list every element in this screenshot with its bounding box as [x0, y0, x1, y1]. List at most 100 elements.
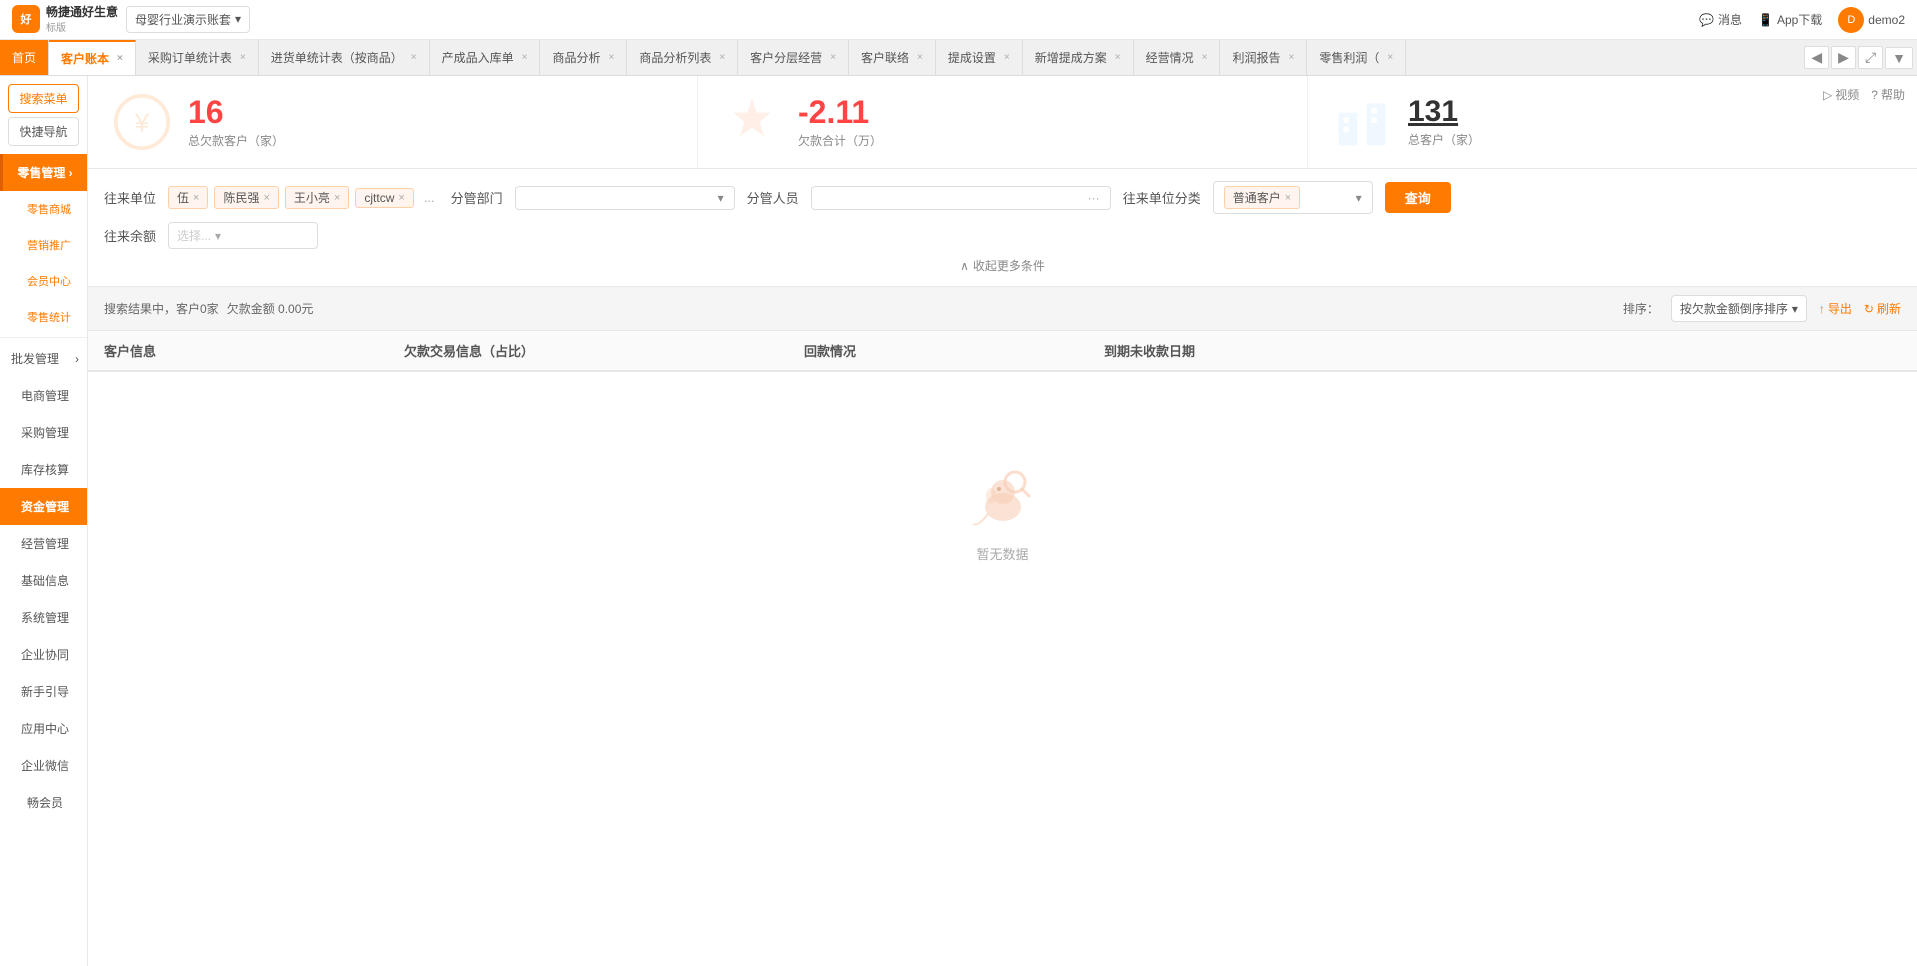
sidebar-item-new-guide[interactable]: 新手引导 [0, 673, 87, 710]
dots-icon[interactable]: ··· [1088, 191, 1100, 205]
close-icon[interactable]: × [1387, 52, 1393, 63]
close-icon[interactable]: × [240, 52, 246, 63]
stat-customers-count: 16 [188, 96, 284, 128]
close-icon[interactable]: × [1004, 52, 1010, 63]
sidebar-item-basic[interactable]: 基础信息 [0, 562, 87, 599]
sidebar-item-ecommerce[interactable]: 电商管理 [0, 377, 87, 414]
sidebar-item-sys[interactable]: 系统管理 [0, 599, 87, 636]
search-menu-btn[interactable]: 搜索菜单 [8, 84, 79, 113]
sidebar-item-purchase[interactable]: 采购管理 [0, 414, 87, 451]
close-icon[interactable]: × [917, 52, 923, 63]
tab-menu[interactable]: ▼ [1885, 47, 1913, 69]
empty-text: 暂无数据 [976, 544, 1028, 563]
sidebar-item-batch-mgmt[interactable]: 批发管理 › [0, 340, 87, 377]
stat-card-debt: -2.11 欠款合计（万） [698, 76, 1308, 168]
remove-tag-wu[interactable]: × [193, 192, 199, 204]
sort-select[interactable]: 按欠款金额倒序排序 ▾ [1671, 295, 1807, 322]
tab-scroll-right[interactable]: ▶ [1831, 46, 1856, 69]
sidebar-item-label: 畅会员 [27, 796, 63, 810]
tab-promote-setting[interactable]: 提成设置 × [936, 40, 1023, 76]
close-icon[interactable]: × [1202, 52, 1208, 63]
refresh-btn[interactable]: ↻ 刷新 [1864, 300, 1901, 317]
tab-profit-report[interactable]: 利润报告 × [1220, 40, 1307, 76]
remainder-select[interactable]: 选择... ▾ [168, 222, 318, 249]
chevron-up-icon: ∧ [960, 259, 969, 273]
table-area: 客户信息 欠款交易信息（占比） 回款情况 到期未收款日期 暂无数据 [88, 331, 1917, 966]
close-icon[interactable]: × [608, 52, 614, 63]
sidebar-item-member[interactable]: 会员中心 [0, 263, 87, 299]
tab-stock-stat[interactable]: 进货单统计表（按商品） × [259, 40, 430, 76]
sidebar-item-label: 电商管理 [21, 389, 69, 403]
dept-select[interactable]: ▾ [515, 186, 735, 210]
tab-goods-analysis[interactable]: 商品分析 × [540, 40, 627, 76]
close-icon[interactable]: × [1288, 52, 1294, 63]
sidebar-item-vip[interactable]: 畅会员 [0, 784, 87, 821]
tab-accounts[interactable]: 客户账本 × [49, 40, 136, 76]
close-icon[interactable]: × [1115, 52, 1121, 63]
person-select[interactable]: ··· [811, 186, 1111, 210]
sidebar-item-inventory[interactable]: 库存核算 [0, 451, 87, 488]
query-btn[interactable]: 查询 [1385, 182, 1451, 213]
top-bar: 好 畅捷通好生意 标版 母婴行业演示账套 ▾ 💬 消息 📱 App下载 D de… [0, 0, 1917, 40]
sidebar-item-enterprise-wechat[interactable]: 企业微信 [0, 747, 87, 784]
export-btn[interactable]: ↑ 导出 [1819, 300, 1852, 317]
sidebar-item-ops[interactable]: 经营管理 [0, 525, 87, 562]
remove-tag-cjttcw[interactable]: × [398, 192, 404, 204]
logo-text-area: 畅捷通好生意 标版 [46, 5, 118, 34]
tab-customer-tier[interactable]: 客户分层经营 × [738, 40, 849, 76]
tab-purchase-order[interactable]: 采购订单统计表 × [136, 40, 259, 76]
tab-operation[interactable]: 经营情况 × [1134, 40, 1221, 76]
tab-produce-in[interactable]: 产成品入库单 × [430, 40, 541, 76]
play-icon: ▷ [1823, 88, 1832, 102]
tab-home[interactable]: 首页 [0, 40, 49, 76]
tab-scroll-left[interactable]: ◀ [1804, 46, 1829, 69]
sidebar-item-label: 企业微信 [21, 759, 69, 773]
sidebar-item-enterprise[interactable]: 企业协同 [0, 636, 87, 673]
account-selector[interactable]: 母婴行业演示账套 ▾ [126, 6, 250, 33]
tab-new-promote[interactable]: 新增提成方案 × [1023, 40, 1134, 76]
logo-icon: 好 [12, 5, 40, 33]
refresh-icon: ↻ [1864, 302, 1874, 316]
message-btn[interactable]: 💬 消息 [1699, 11, 1742, 28]
tab-label: 产成品入库单 [442, 49, 514, 66]
sidebar-item-capital[interactable]: 资金管理 [0, 488, 87, 525]
sidebar-item-retail-mgmt[interactable]: 零售管理 › [0, 154, 87, 191]
help-icon: ? [1871, 88, 1878, 102]
tab-goods-list[interactable]: 商品分析列表 × [627, 40, 738, 76]
remove-tag-chen[interactable]: × [263, 192, 269, 204]
help-label: 帮助 [1881, 86, 1905, 103]
close-icon[interactable]: × [830, 52, 836, 63]
close-icon[interactable]: × [117, 53, 123, 64]
remove-tag-wang[interactable]: × [334, 192, 340, 204]
quick-nav-btn[interactable]: 快捷导航 [8, 117, 79, 146]
close-icon[interactable]: × [719, 52, 725, 63]
table-empty: 暂无数据 [88, 372, 1917, 643]
top-bar-right: 💬 消息 📱 App下载 D demo2 [1699, 7, 1905, 33]
app-download-btn[interactable]: 📱 App下载 [1758, 11, 1822, 28]
sidebar-item-app-center[interactable]: 应用中心 [0, 710, 87, 747]
close-icon[interactable]: × [522, 52, 528, 63]
help-btn[interactable]: ? 帮助 [1871, 86, 1905, 103]
sidebar-item-label: 经营管理 [21, 537, 69, 551]
sidebar-item-retail-mall[interactable]: 零售商城 [0, 191, 87, 227]
more-tags-btn[interactable]: ... [420, 188, 439, 207]
tag-label: 王小亮 [294, 189, 330, 206]
close-icon[interactable]: × [411, 52, 417, 63]
sidebar-item-label: 批发管理 [11, 350, 59, 367]
user-area[interactable]: D demo2 [1838, 7, 1905, 33]
unit-class-select[interactable]: 普通客户 × ▾ [1213, 181, 1373, 214]
chevron-right-icon: › [69, 166, 73, 180]
collapse-btn[interactable]: ∧ 收起更多条件 [960, 257, 1045, 274]
tab-customer-connect[interactable]: 客户联络 × [849, 40, 936, 76]
sidebar-item-label: 库存核算 [21, 463, 69, 477]
video-btn[interactable]: ▷ 视频 [1823, 86, 1859, 103]
refresh-label: 刷新 [1877, 300, 1901, 317]
remove-unit-class[interactable]: × [1285, 192, 1291, 204]
tab-maximize[interactable]: ⤢ [1858, 46, 1883, 69]
sidebar-item-retail-stat[interactable]: 零售统计 [0, 299, 87, 335]
unit-class-value: 普通客户 [1233, 189, 1281, 206]
tab-label: 经营情况 [1146, 49, 1194, 66]
yen-icon: ¥ [112, 92, 172, 152]
sidebar-item-marketing[interactable]: 营销推广 [0, 227, 87, 263]
tab-retail-profit[interactable]: 零售利润（ × [1307, 40, 1406, 76]
